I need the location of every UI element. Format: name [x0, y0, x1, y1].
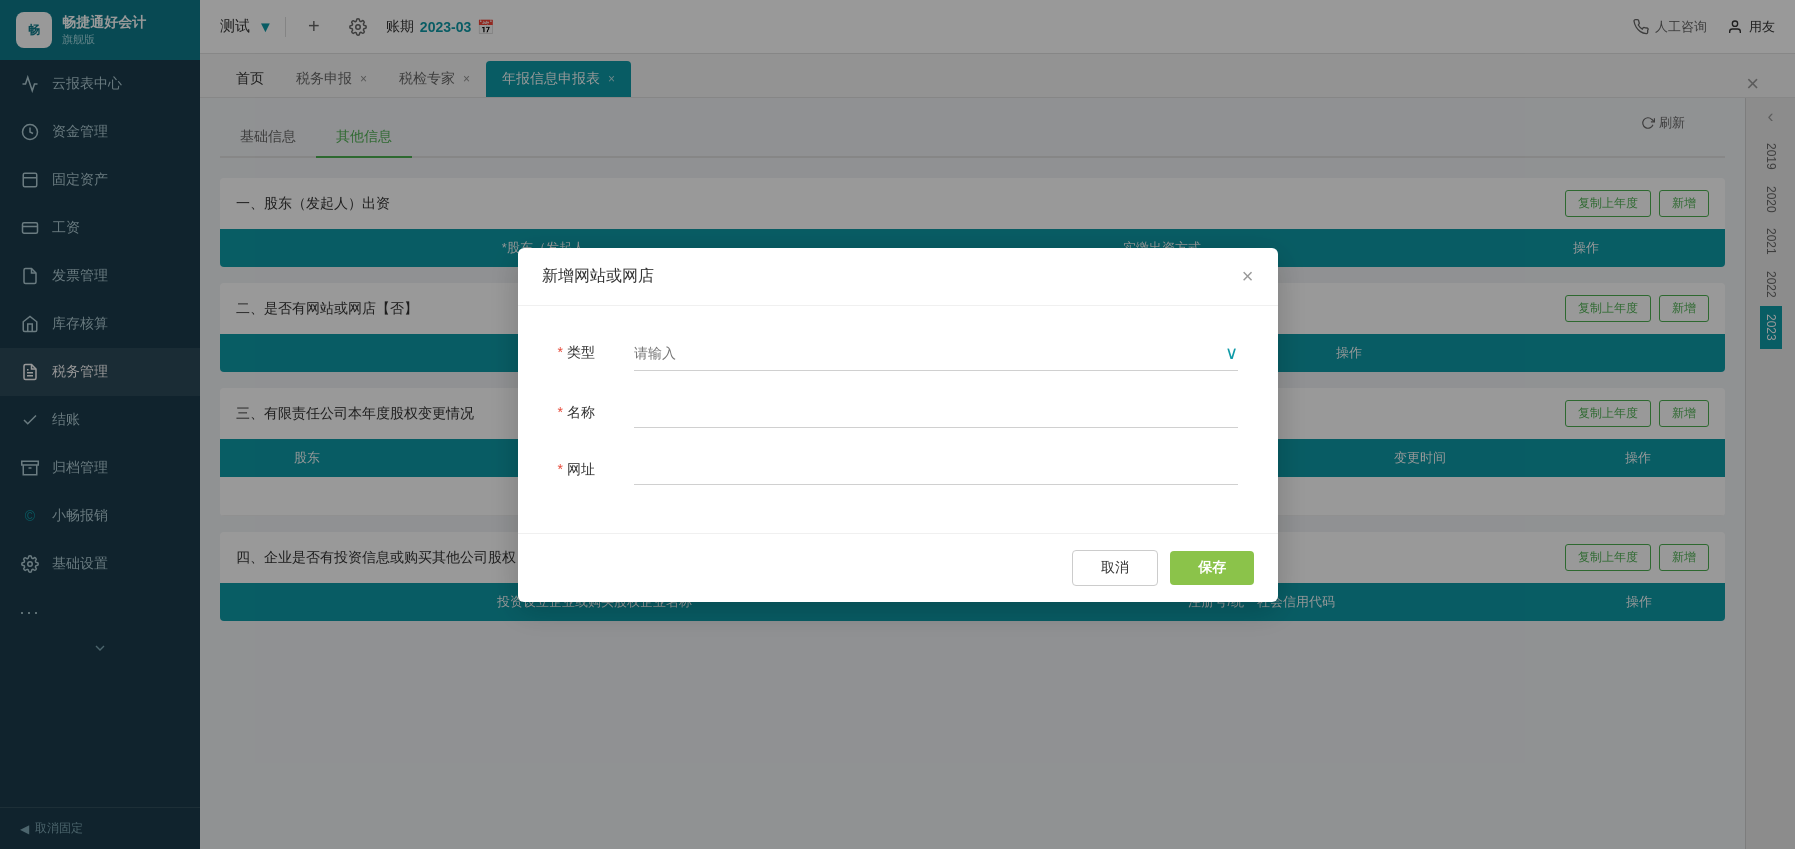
- form-row-type: * 类型 ∨: [558, 336, 1238, 371]
- url-input[interactable]: [634, 462, 1238, 478]
- type-select[interactable]: ∨: [634, 336, 1238, 371]
- type-required: *: [558, 344, 563, 360]
- save-button[interactable]: 保存: [1170, 551, 1254, 585]
- dialog-add-website: 新增网站或网店 × * 类型 ∨ * 名称: [518, 248, 1278, 602]
- dialog-body: * 类型 ∨ * 名称 *: [518, 306, 1278, 533]
- url-field-wrapper: [634, 456, 1238, 485]
- form-row-url: * 网址: [558, 456, 1238, 485]
- name-field-wrapper: [634, 399, 1238, 428]
- type-input[interactable]: [634, 345, 1225, 361]
- url-label-text: 网址: [567, 461, 595, 477]
- dialog-close-button[interactable]: ×: [1242, 266, 1254, 286]
- name-label-text: 名称: [567, 404, 595, 420]
- type-label-text: 类型: [567, 344, 595, 360]
- type-chevron-icon: ∨: [1225, 342, 1238, 364]
- dialog-title: 新增网站或网店: [542, 266, 654, 287]
- name-label: * 名称: [558, 404, 618, 422]
- type-label: * 类型: [558, 344, 618, 362]
- name-input[interactable]: [634, 405, 1238, 421]
- name-required: *: [558, 404, 563, 420]
- form-row-name: * 名称: [558, 399, 1238, 428]
- url-label: * 网址: [558, 461, 618, 479]
- dialog-overlay[interactable]: 新增网站或网店 × * 类型 ∨ * 名称: [0, 0, 1795, 849]
- dialog-header: 新增网站或网店 ×: [518, 248, 1278, 306]
- cancel-button[interactable]: 取消: [1072, 550, 1158, 586]
- dialog-footer: 取消 保存: [518, 533, 1278, 602]
- url-required: *: [558, 461, 563, 477]
